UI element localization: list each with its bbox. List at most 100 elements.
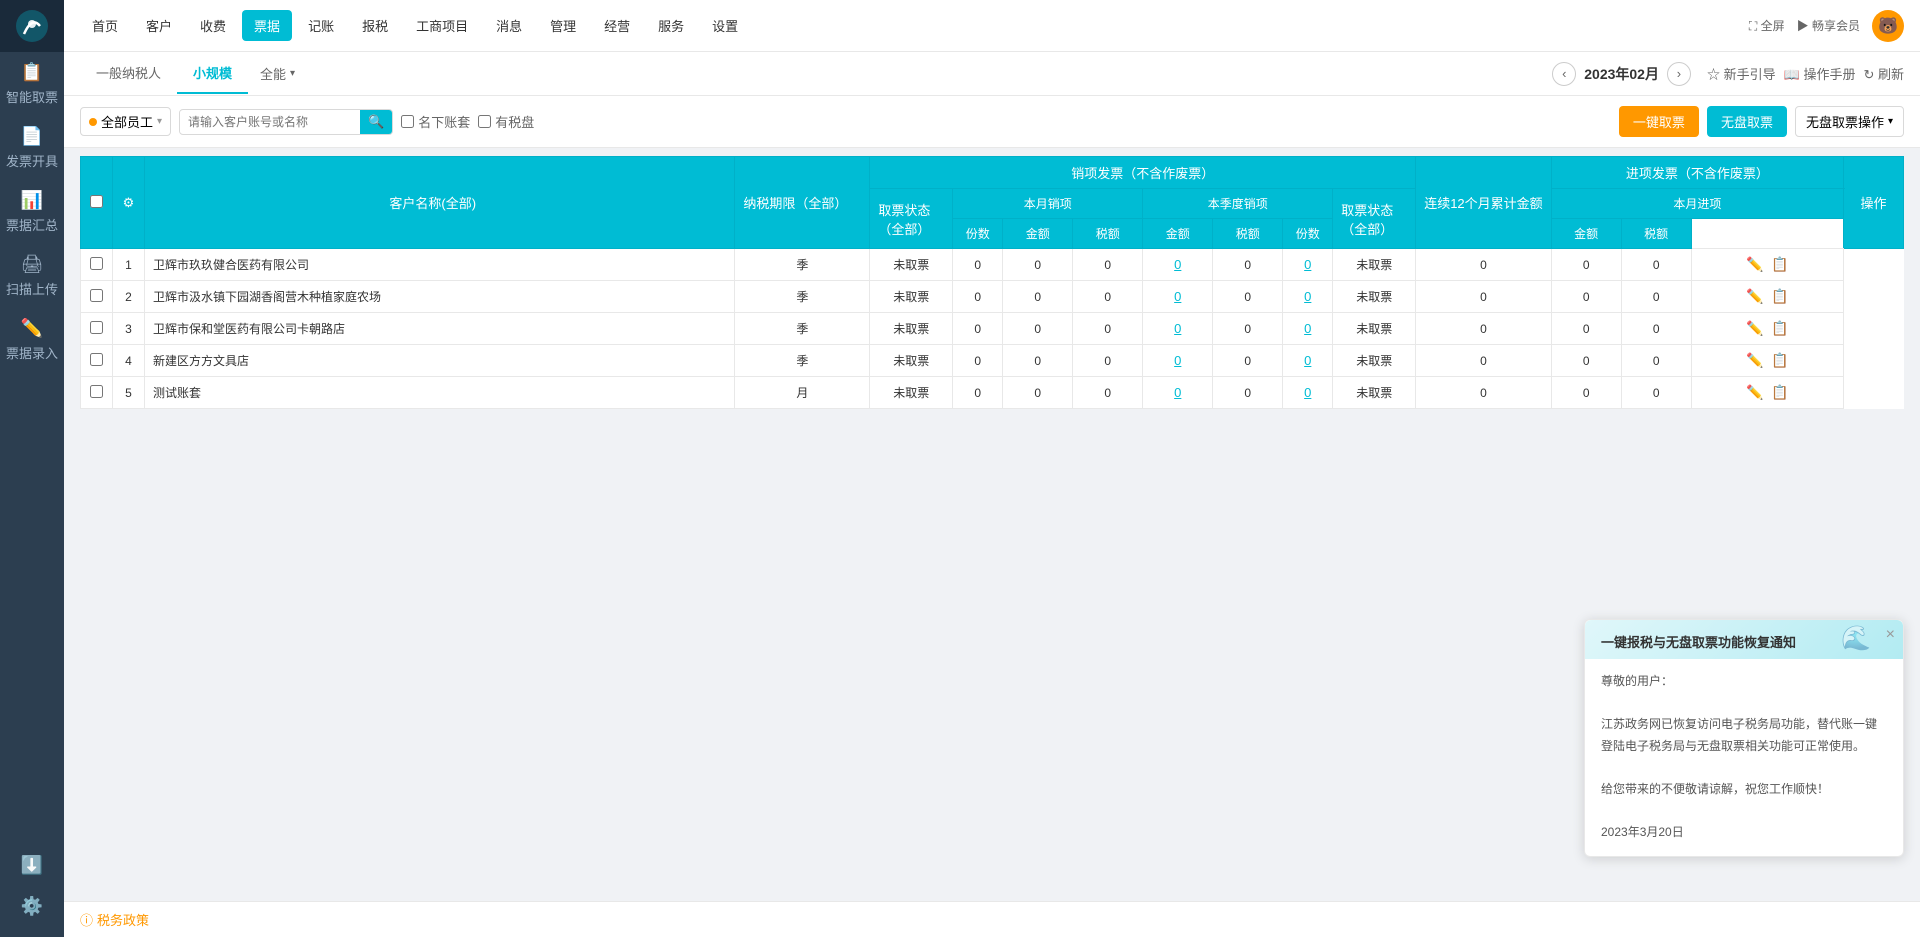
select-all-checkbox[interactable] — [90, 195, 103, 208]
row-customer: 新建区方方文具店 — [145, 345, 735, 377]
nav-settings[interactable]: 设置 — [700, 10, 750, 41]
row-q-tax: 0 — [1213, 345, 1283, 377]
row-s-tax: 0 — [1073, 345, 1143, 377]
tax-policy-link[interactable]: 税务政策 — [97, 910, 149, 929]
row-checkbox-cell — [81, 249, 113, 281]
row-number: 3 — [113, 313, 145, 345]
row-detail-icon[interactable]: 📋 — [1771, 384, 1788, 400]
customer-filter-icon[interactable]: ▼ — [480, 197, 490, 208]
row-checkbox[interactable] — [90, 321, 103, 334]
row-p-count: 0 — [1416, 345, 1551, 377]
row-customer: 测试账套 — [145, 377, 735, 409]
row-checkbox[interactable] — [90, 289, 103, 302]
tab-all[interactable]: 全能 ▾ — [248, 54, 307, 93]
row-rolling-link[interactable]: 0 — [1304, 321, 1311, 336]
refresh-link[interactable]: ↻ 刷新 — [1863, 64, 1904, 83]
nav-service[interactable]: 服务 — [646, 10, 696, 41]
dropdown-chevron-icon: ▾ — [1888, 116, 1893, 127]
period-next-btn[interactable]: › — [1667, 62, 1691, 86]
nav-customer[interactable]: 客户 — [134, 10, 184, 41]
row-edit-icon[interactable]: ✏️ — [1746, 320, 1763, 336]
sidebar-logo — [0, 0, 64, 52]
no-disk-ops-dropdown[interactable]: 无盘取票操作 ▾ — [1795, 106, 1904, 137]
row-q-amount-link[interactable]: 0 — [1174, 321, 1181, 336]
row-edit-icon[interactable]: ✏️ — [1746, 352, 1763, 368]
row-s-count: 0 — [953, 249, 1003, 281]
has-tax-checkbox-item[interactable]: 有税盘 — [478, 112, 534, 131]
row-s-amount: 0 — [1003, 281, 1073, 313]
no-disk-fetch-button[interactable]: 无盘取票 — [1707, 106, 1787, 137]
nav-business[interactable]: 工商项目 — [404, 10, 480, 41]
nav-home[interactable]: 首页 — [80, 10, 130, 41]
operation-manual-link[interactable]: 📖 操作手册 — [1784, 64, 1856, 83]
sidebar-item-invoice-open[interactable]: 📄 发票开具 — [0, 116, 64, 180]
sidebar-item-download[interactable]: ⬇️ — [0, 845, 64, 886]
row-s-amount: 0 — [1003, 377, 1073, 409]
smart-fetch-icon: 📋 — [21, 62, 43, 83]
row-checkbox[interactable] — [90, 257, 103, 270]
name-account-checkbox[interactable] — [401, 115, 414, 128]
row-tax-period: 季 — [735, 281, 870, 313]
nav-management[interactable]: 管理 — [538, 10, 588, 41]
search-button[interactable]: 🔍 — [360, 110, 392, 134]
row-tax-period: 季 — [735, 313, 870, 345]
user-avatar[interactable]: 🐻 — [1872, 10, 1904, 42]
sidebar-item-data-entry[interactable]: ✏️ 票据录入 — [0, 308, 64, 372]
sidebar-item-settings-bottom[interactable]: ⚙️ — [0, 886, 64, 927]
member-btn[interactable]: ▶ 畅享会员 — [1797, 17, 1860, 34]
purchase-invoice-group-header: 进项发票（不含作废票） — [1551, 157, 1843, 189]
notification-close-button[interactable]: × — [1886, 626, 1895, 644]
period-prev-btn[interactable]: ‹ — [1552, 62, 1576, 86]
row-rolling-link[interactable]: 0 — [1304, 257, 1311, 272]
new-guide-link[interactable]: ☆ 新手引导 — [1707, 64, 1776, 83]
name-account-checkbox-item[interactable]: 名下账套 — [401, 112, 470, 131]
one-click-fetch-button[interactable]: 一键取票 — [1619, 106, 1699, 137]
row-s-tax: 0 — [1073, 313, 1143, 345]
row-rolling-link[interactable]: 0 — [1304, 353, 1311, 368]
search-input[interactable] — [180, 111, 360, 133]
row-p-count: 0 — [1416, 377, 1551, 409]
col-sales-fetch-header: 取票状态（全部） ▼ — [870, 189, 953, 249]
row-q-amount-link[interactable]: 0 — [1174, 385, 1181, 400]
nav-tax[interactable]: 报税 — [350, 10, 400, 41]
row-purchase-fetch: 未取票 — [1333, 281, 1416, 313]
tab-general-taxpayer[interactable]: 一般纳税人 — [80, 53, 177, 94]
row-edit-icon[interactable]: ✏️ — [1746, 384, 1763, 400]
row-rolling: 0 — [1283, 313, 1333, 345]
row-checkbox[interactable] — [90, 353, 103, 366]
employee-select[interactable]: 全部员工 ▾ — [80, 107, 171, 136]
row-checkbox[interactable] — [90, 385, 103, 398]
row-p-amount: 0 — [1551, 377, 1621, 409]
sidebar-item-scan-upload[interactable]: 🖨 扫描上传 — [0, 244, 64, 308]
tab-small-scale[interactable]: 小规模 — [177, 53, 248, 94]
fullscreen-btn[interactable]: ⛶ 全屏 — [1749, 17, 1785, 34]
nav-invoice[interactable]: 票据 — [242, 10, 292, 41]
row-edit-icon[interactable]: ✏️ — [1746, 256, 1763, 272]
row-rolling-link[interactable]: 0 — [1304, 385, 1311, 400]
nav-message[interactable]: 消息 — [484, 10, 534, 41]
row-number: 5 — [113, 377, 145, 409]
row-detail-icon[interactable]: 📋 — [1771, 288, 1788, 304]
col-q-amount: 金额 — [1143, 219, 1213, 249]
has-tax-checkbox[interactable] — [478, 115, 491, 128]
row-rolling-link[interactable]: 0 — [1304, 289, 1311, 304]
row-purchase-fetch: 未取票 — [1333, 377, 1416, 409]
table-body: 1 卫辉市玖玖健合医药有限公司 季 未取票 0 0 0 0 0 0 未取票 0 … — [81, 249, 1904, 409]
nav-billing[interactable]: 收费 — [188, 10, 238, 41]
row-detail-icon[interactable]: 📋 — [1771, 256, 1788, 272]
row-action: ✏️ 📋 — [1691, 377, 1843, 409]
nav-operation[interactable]: 经营 — [592, 10, 642, 41]
nav-bookkeeping[interactable]: 记账 — [296, 10, 346, 41]
row-edit-icon[interactable]: ✏️ — [1746, 288, 1763, 304]
row-detail-icon[interactable]: 📋 — [1771, 352, 1788, 368]
sidebar-item-smart-fetch[interactable]: 📋 智能取票 — [0, 52, 64, 116]
row-q-amount-link[interactable]: 0 — [1174, 257, 1181, 272]
row-detail-icon[interactable]: 📋 — [1771, 320, 1788, 336]
tax-period-filter-icon[interactable]: ▼ — [851, 197, 861, 208]
purchase-fetch-filter-icon[interactable]: ▼ — [1397, 213, 1407, 224]
sales-fetch-filter-icon[interactable]: ▼ — [934, 213, 944, 224]
sidebar-item-data-entry-label: 票据录入 — [6, 343, 58, 362]
row-q-amount-link[interactable]: 0 — [1174, 353, 1181, 368]
row-q-amount-link[interactable]: 0 — [1174, 289, 1181, 304]
sidebar-item-invoice-summary[interactable]: 📊 票据汇总 — [0, 180, 64, 244]
